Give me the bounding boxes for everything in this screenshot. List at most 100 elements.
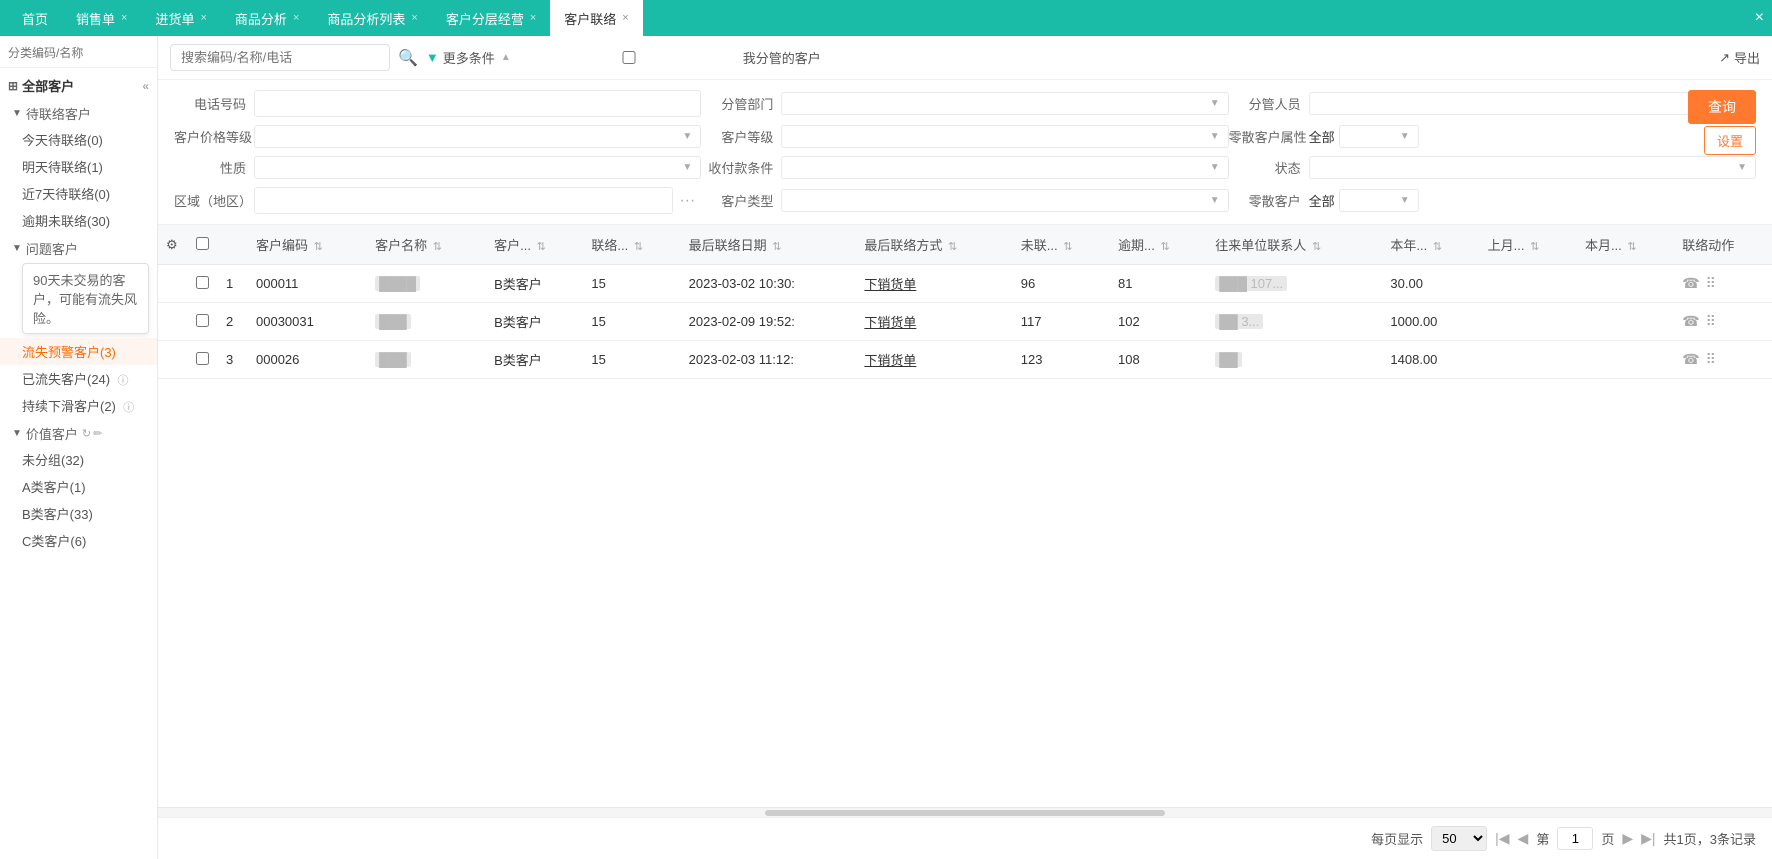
sidebar-item-b-class[interactable]: B类客户(33) bbox=[0, 500, 157, 527]
col-type[interactable]: 客户... ⇅ bbox=[486, 225, 583, 265]
col-check[interactable] bbox=[188, 225, 218, 265]
col-last-date[interactable]: 最后联络日期 ⇅ bbox=[681, 225, 857, 265]
row-last-way-cell[interactable]: 下销货单 bbox=[856, 303, 1012, 341]
sidebar-item-lost[interactable]: 已流失客户(24) ⓘ bbox=[0, 365, 157, 392]
filter-input-phone[interactable] bbox=[254, 90, 701, 117]
grade-chevron-icon: ▼ bbox=[1210, 131, 1220, 142]
tab-home[interactable]: 首页 bbox=[8, 0, 62, 36]
filter-select-retail[interactable]: ▼ bbox=[1339, 189, 1419, 212]
sidebar-item-c-class[interactable]: C类客户(6) bbox=[0, 527, 157, 554]
filter-label-region: 区域（地区） bbox=[174, 191, 254, 210]
sidebar-search-input[interactable] bbox=[8, 46, 158, 60]
all-customers-header[interactable]: ⊞ 全部客户 « bbox=[0, 68, 157, 99]
row-check-cell[interactable] bbox=[188, 341, 218, 379]
next-page-btn[interactable]: ▶ bbox=[1622, 830, 1633, 847]
last-page-btn[interactable]: ▶| bbox=[1641, 830, 1655, 847]
page-size-select[interactable]: 50 100 200 bbox=[1431, 826, 1487, 851]
section-pending[interactable]: ▼ 待联络客户 bbox=[0, 99, 157, 126]
col-overdue[interactable]: 逾期... ⇅ bbox=[1110, 225, 1207, 265]
tab-customer-contact-close[interactable]: × bbox=[622, 12, 628, 24]
row-check-cell[interactable] bbox=[188, 265, 218, 303]
horizontal-scrollbar[interactable] bbox=[158, 807, 1772, 817]
action-more-icon[interactable]: ⠿ bbox=[1706, 313, 1716, 330]
row-check-cell[interactable] bbox=[188, 303, 218, 341]
tab-analysis[interactable]: 商品分析 × bbox=[221, 0, 313, 36]
more-filter-btn[interactable]: ▼ 更多条件 ▲ bbox=[426, 48, 511, 67]
page-number-input[interactable] bbox=[1557, 827, 1593, 850]
col-this-month[interactable]: 本月... ⇅ bbox=[1577, 225, 1674, 265]
tab-sales-close[interactable]: × bbox=[121, 12, 127, 24]
action-more-icon[interactable]: ⠿ bbox=[1706, 351, 1716, 368]
col-last-month[interactable]: 上月... ⇅ bbox=[1480, 225, 1577, 265]
region-more-icon[interactable]: ··· bbox=[673, 192, 701, 210]
section-problem[interactable]: ▼ 问题客户 bbox=[0, 234, 157, 261]
section-value[interactable]: ▼ 价值客户 ↻ ✏ bbox=[0, 419, 157, 446]
col-uncontact[interactable]: 未联... ⇅ bbox=[1013, 225, 1110, 265]
action-contact-icon[interactable]: ☎ bbox=[1682, 351, 1699, 368]
col-gear[interactable]: ⚙ bbox=[158, 225, 188, 265]
tab-analysis-list-close[interactable]: × bbox=[411, 12, 417, 24]
action-contact-icon[interactable]: ☎ bbox=[1682, 313, 1699, 330]
row-checkbox[interactable] bbox=[196, 276, 209, 289]
sidebar-item-week[interactable]: 近7天待联络(0) bbox=[0, 180, 157, 207]
row-last-way-cell[interactable]: 下销货单 bbox=[856, 341, 1012, 379]
row-index-cell: 3 bbox=[218, 341, 248, 379]
collapse-icon[interactable]: « bbox=[142, 79, 149, 93]
sidebar-item-at-risk[interactable]: 流失预警客户(3) bbox=[0, 338, 157, 365]
edit-icon[interactable]: ✏ bbox=[93, 427, 102, 440]
action-contact-icon[interactable]: ☎ bbox=[1682, 275, 1699, 292]
tab-purchase-close[interactable]: × bbox=[200, 12, 206, 24]
filter-select-payment[interactable]: ▼ bbox=[781, 156, 1228, 179]
scrollbar-thumb[interactable] bbox=[765, 810, 1165, 816]
my-customers-checkbox[interactable] bbox=[519, 51, 739, 64]
query-button[interactable]: 查询 bbox=[1688, 90, 1756, 124]
sidebar-item-tomorrow[interactable]: 明天待联络(1) bbox=[0, 153, 157, 180]
export-button[interactable]: ↗ 导出 bbox=[1719, 48, 1760, 67]
filter-select-dept[interactable]: ▼ bbox=[781, 92, 1228, 115]
prev-page-btn[interactable]: ◀ bbox=[1518, 830, 1529, 847]
filter-select-nature[interactable]: ▼ bbox=[254, 156, 701, 179]
row-checkbox[interactable] bbox=[196, 314, 209, 327]
select-all-checkbox[interactable] bbox=[196, 237, 209, 250]
row-last-month-cell bbox=[1480, 341, 1577, 379]
search-input[interactable] bbox=[170, 44, 390, 71]
filter-input-region[interactable] bbox=[254, 187, 673, 214]
col-contact[interactable]: 联络... ⇅ bbox=[583, 225, 680, 265]
first-page-btn[interactable]: |◀ bbox=[1495, 830, 1509, 847]
filter-select-grade[interactable]: ▼ bbox=[781, 125, 1228, 148]
sort-icon-last-date: ⇅ bbox=[772, 241, 781, 253]
sidebar-item-overdue[interactable]: 逾期未联络(30) bbox=[0, 207, 157, 234]
row-uncontact-cell: 123 bbox=[1013, 341, 1110, 379]
col-last-way[interactable]: 最后联络方式 ⇅ bbox=[856, 225, 1012, 265]
sidebar-item-today[interactable]: 今天待联络(0) bbox=[0, 126, 157, 153]
my-customers-filter[interactable]: 我分管的客户 bbox=[519, 48, 821, 67]
row-last-way-cell[interactable]: 下销货单 bbox=[856, 265, 1012, 303]
search-button[interactable]: 🔍 bbox=[398, 48, 418, 68]
tab-customer-contact[interactable]: 客户联络 × bbox=[550, 0, 642, 36]
col-name[interactable]: 客户名称 ⇅ bbox=[367, 225, 486, 265]
settings-button[interactable]: 设置 bbox=[1704, 126, 1756, 155]
tab-customer-segment[interactable]: 客户分层经营 × bbox=[432, 0, 550, 36]
filter-label-payment: 收付款条件 bbox=[701, 158, 781, 177]
tab-sales[interactable]: 销售单 × bbox=[62, 0, 141, 36]
filter-select-price-grade[interactable]: ▼ bbox=[254, 125, 701, 148]
row-year-cell: 1408.00 bbox=[1382, 341, 1479, 379]
filter-select-status[interactable]: ▼ bbox=[1309, 156, 1756, 179]
filter-select-person[interactable]: ▼ bbox=[1309, 92, 1728, 115]
filter-select-retail-attr[interactable]: ▼ bbox=[1339, 125, 1419, 148]
sidebar-item-ungroup[interactable]: 未分组(32) bbox=[0, 446, 157, 473]
action-more-icon[interactable]: ⠿ bbox=[1706, 275, 1716, 292]
col-unit-contact[interactable]: 往来单位联系人 ⇅ bbox=[1207, 225, 1382, 265]
col-year[interactable]: 本年... ⇅ bbox=[1382, 225, 1479, 265]
sidebar-item-declining[interactable]: 持续下滑客户(2) ⓘ bbox=[0, 392, 157, 419]
tab-analysis-list[interactable]: 商品分析列表 × bbox=[313, 0, 431, 36]
col-code[interactable]: 客户编码 ⇅ bbox=[248, 225, 367, 265]
tab-customer-segment-close[interactable]: × bbox=[530, 12, 536, 24]
close-all-btn[interactable]: × bbox=[1755, 9, 1764, 27]
tab-analysis-close[interactable]: × bbox=[293, 12, 299, 24]
refresh-icon[interactable]: ↻ bbox=[82, 427, 91, 440]
sidebar-item-a-class[interactable]: A类客户(1) bbox=[0, 473, 157, 500]
filter-select-customer-type[interactable]: ▼ bbox=[781, 189, 1228, 212]
tab-purchase[interactable]: 进货单 × bbox=[141, 0, 220, 36]
row-checkbox[interactable] bbox=[196, 352, 209, 365]
